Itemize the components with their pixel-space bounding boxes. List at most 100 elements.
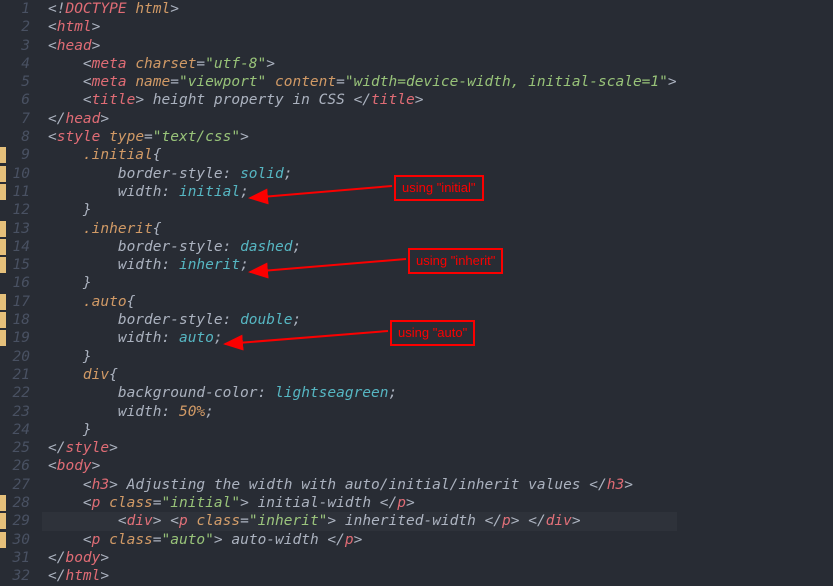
token-pun: >: [240, 129, 249, 145]
token-pun: </: [48, 550, 65, 566]
code-line[interactable]: <p class="initial"> initial-width </p>: [48, 494, 677, 512]
token-pun: <: [48, 56, 92, 72]
code-line[interactable]: <!DOCTYPE html>: [48, 0, 677, 18]
token-pun: >: [240, 495, 257, 511]
code-line[interactable]: .inherit{: [48, 220, 677, 238]
token-tag: p: [397, 495, 406, 511]
token-pun: =: [153, 532, 162, 548]
line-number: 1: [0, 0, 30, 18]
token-pun: ;: [292, 312, 301, 328]
code-line[interactable]: </html>: [48, 567, 677, 585]
code-line[interactable]: </head>: [48, 110, 677, 128]
token-pun: <: [48, 458, 57, 474]
token-pun: :: [223, 239, 240, 255]
token-pun: :: [223, 166, 240, 182]
code-line[interactable]: background-color: lightseagreen;: [48, 384, 677, 402]
token-pun: >: [406, 495, 415, 511]
token-pun: <: [48, 19, 57, 35]
token-pun: {: [109, 367, 118, 383]
token-prop: width: [118, 404, 162, 420]
token-val: solid: [240, 166, 284, 182]
token-prop: border-style: [118, 166, 223, 182]
token-attr: type: [109, 129, 144, 145]
code-line[interactable]: <body>: [48, 457, 677, 475]
token-pun: >: [135, 92, 152, 108]
token-val: auto: [179, 330, 214, 346]
code-line[interactable]: </body>: [48, 549, 677, 567]
token-pun: </: [48, 111, 65, 127]
code-line[interactable]: }: [48, 274, 677, 292]
token-pun: >: [214, 532, 231, 548]
token-str: "utf-8": [205, 56, 266, 72]
token-pun: >: [415, 92, 424, 108]
code-line[interactable]: width: inherit;: [48, 256, 677, 274]
code-line[interactable]: <style type="text/css">: [48, 128, 677, 146]
token-tag: style: [65, 440, 109, 456]
line-number: 16: [0, 274, 30, 292]
token-pun: [100, 129, 109, 145]
token-pun: >: [109, 477, 126, 493]
code-line[interactable]: .initial{: [48, 146, 677, 164]
token-pun: [48, 239, 118, 255]
token-pun: [127, 56, 136, 72]
token-pun: {: [153, 147, 162, 163]
token-attr: name: [135, 74, 170, 90]
line-number: 32: [0, 567, 30, 585]
code-line[interactable]: .auto{: [48, 293, 677, 311]
token-pun: {: [153, 221, 162, 237]
token-tag: body: [57, 458, 92, 474]
code-line[interactable]: }: [48, 348, 677, 366]
token-pun: }: [48, 275, 92, 291]
token-pun: <: [48, 532, 92, 548]
token-str: "initial": [162, 495, 241, 511]
code-line[interactable]: }: [48, 421, 677, 439]
code-line[interactable]: width: auto;: [48, 329, 677, 347]
code-line[interactable]: </style>: [48, 439, 677, 457]
token-pun: >: [100, 568, 109, 584]
code-line[interactable]: width: initial;: [48, 183, 677, 201]
token-pun: >: [668, 74, 677, 90]
modified-line-marker: [0, 513, 6, 529]
line-number: 21: [0, 366, 30, 384]
token-pun: </: [48, 568, 65, 584]
line-number: 8: [0, 128, 30, 146]
code-line[interactable]: div{: [48, 366, 677, 384]
code-line[interactable]: <meta name="viewport" content="width=dev…: [48, 73, 677, 91]
code-line[interactable]: border-style: double;: [48, 311, 677, 329]
code-line[interactable]: border-style: solid;: [48, 165, 677, 183]
token-pun: :: [223, 312, 240, 328]
code-line[interactable]: <html>: [48, 18, 677, 36]
token-str: "viewport": [179, 74, 266, 90]
token-pun: [48, 257, 118, 273]
code-area[interactable]: <!DOCTYPE html><html><head> <meta charse…: [42, 0, 677, 586]
token-pun: [100, 532, 109, 548]
token-tag: head: [65, 111, 100, 127]
token-prop: width: [118, 330, 162, 346]
token-tag: html: [57, 19, 92, 35]
annotation-label: using "inherit": [408, 248, 503, 274]
code-line[interactable]: <p class="auto"> auto-width </p>: [48, 531, 677, 549]
token-pun: [48, 294, 83, 310]
token-tag: p: [345, 532, 354, 548]
code-line[interactable]: <head>: [48, 37, 677, 55]
line-number: 23: [0, 403, 30, 421]
line-number: 7: [0, 110, 30, 128]
code-editor[interactable]: 1234567891011121314151617181920212223242…: [0, 0, 833, 586]
code-line[interactable]: <meta charset="utf-8">: [48, 55, 677, 73]
code-line[interactable]: width: 50%;: [48, 403, 677, 421]
token-pun: >: [92, 38, 101, 54]
code-line[interactable]: <title> height property in CSS </title>: [48, 91, 677, 109]
code-line[interactable]: }: [48, 201, 677, 219]
token-pun: :: [162, 404, 179, 420]
token-pun: >: [266, 56, 275, 72]
token-pun: ;: [240, 257, 249, 273]
token-pun: :: [258, 385, 275, 401]
token-pun: >: [109, 440, 118, 456]
code-line[interactable]: border-style: dashed;: [48, 238, 677, 256]
code-line[interactable]: <h3> Adjusting the width with auto/initi…: [48, 476, 677, 494]
token-pun: }: [48, 202, 92, 218]
token-tag: html: [65, 568, 100, 584]
token-pun: =: [144, 129, 153, 145]
token-pun: >: [92, 19, 101, 35]
token-pun: }: [48, 349, 92, 365]
